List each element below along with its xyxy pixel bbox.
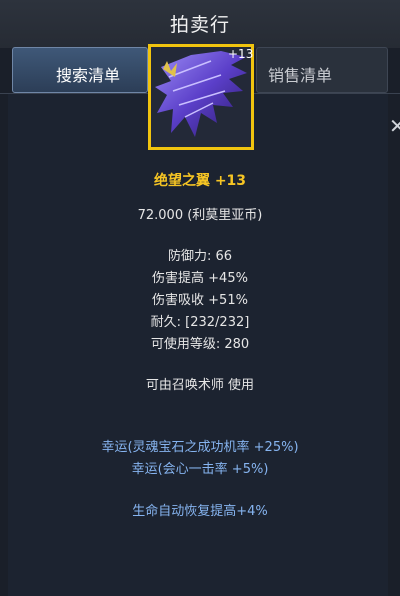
wing-icon (155, 51, 247, 137)
usable-class: 可由召唤术师 使用 (145, 378, 255, 393)
item-enhance-badge: +13 (228, 47, 254, 61)
close-icon[interactable]: ✕ (389, 114, 400, 138)
item-name: 绝望之翼 +13 (153, 173, 247, 189)
item-price: 72.000 (利莫里亚币) (137, 208, 263, 223)
tab-search-list-label[interactable]: 搜索清单 (56, 62, 120, 86)
tab-sell-list-label[interactable]: 销售清单 (268, 62, 332, 86)
stat-durability: 耐久: [232/232] (150, 315, 250, 330)
page-title: 拍卖行 (169, 14, 230, 36)
stat-damage-increase: 伤害提高 +45% (152, 271, 248, 286)
stat-defense: 防御力: 66 (167, 249, 233, 264)
stat-damage-absorb: 伤害吸收 +51% (152, 293, 248, 308)
excellent-option-hp-regen: 生命自动恢复提高+4% (132, 504, 268, 519)
luck-critical: 幸运(会心一击率 +5%) (131, 462, 269, 477)
stat-required-level: 可使用等级: 280 (150, 337, 250, 352)
luck-soul-gem: 幸运(灵魂宝石之成功机率 +25%) (101, 440, 299, 455)
